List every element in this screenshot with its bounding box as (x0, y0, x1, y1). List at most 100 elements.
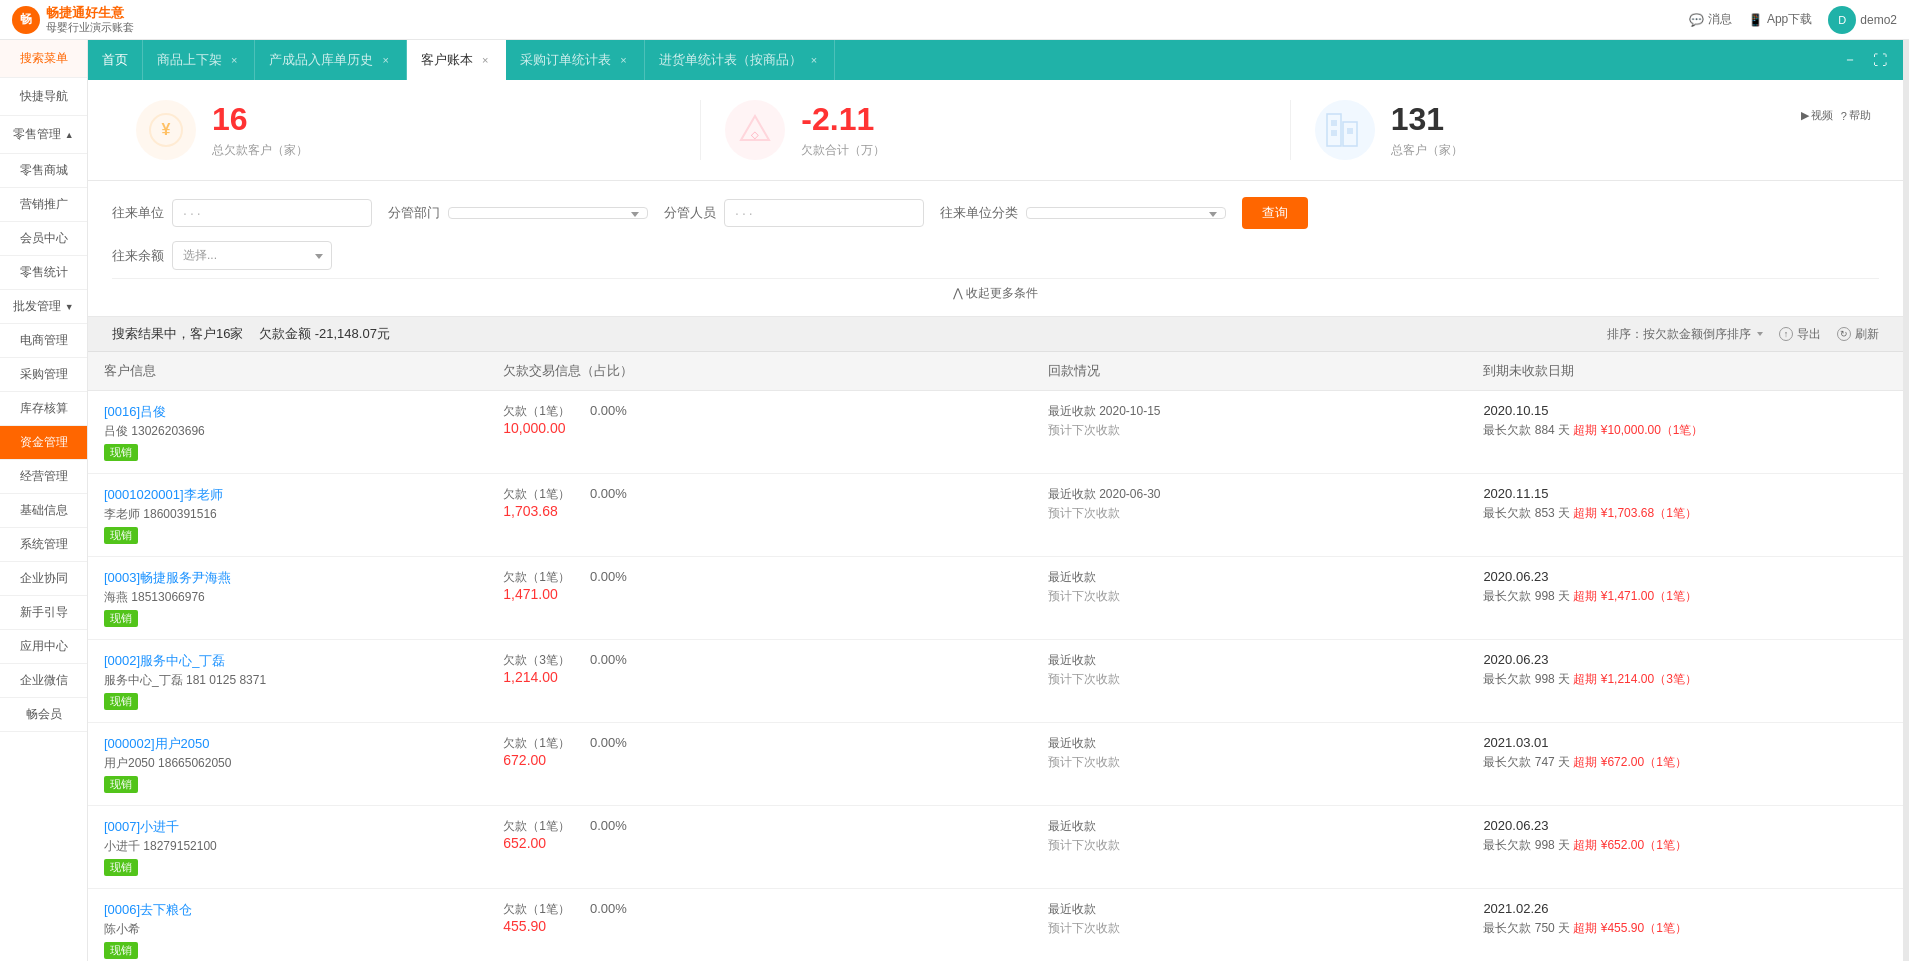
overdue-amount-3[interactable]: 超期 ¥1,214.00（3笔） (1573, 672, 1696, 686)
unit-category-input[interactable] (1026, 207, 1226, 219)
tab-home[interactable]: 首页 (88, 40, 143, 80)
sidebar-item-system-mgmt[interactable]: 系统管理 (0, 528, 87, 562)
sidebar-item-inventory-check[interactable]: 库存核算 (0, 392, 87, 426)
avatar: D (1828, 6, 1856, 34)
video-action[interactable]: ▶ 视频 (1801, 108, 1833, 123)
stat-card-owe-amount: ◇ -2.11 欠款合计（万） (701, 100, 1290, 160)
sidebar-item-quick-nav[interactable]: 快捷导航 (0, 78, 87, 116)
sidebar-item-enterprise-wechat[interactable]: 企业微信 (0, 664, 87, 698)
col-debt-info: 欠款交易信息（占比） (487, 352, 1032, 391)
sidebar-item-app-center[interactable]: 应用中心 (0, 630, 87, 664)
app-download-action[interactable]: 📱 App下载 (1748, 11, 1812, 28)
col-overdue: 到期未收款日期 (1467, 352, 1903, 391)
cell-collection-5: 最近收款 预计下次收款 (1032, 806, 1468, 889)
stat-card-actions: ▶ 视频 ? 帮助 (1801, 108, 1871, 123)
tab-product-shelf[interactable]: 商品上下架 × (143, 40, 255, 80)
sidebar-item-member-center[interactable]: 会员中心 (0, 222, 87, 256)
balance-input[interactable]: 选择... (172, 241, 332, 270)
help-action[interactable]: ? 帮助 (1841, 108, 1871, 123)
customer-id-6[interactable]: [0006]去下粮仓 (104, 901, 471, 919)
cell-collection-6: 最近收款 预计下次收款 (1032, 889, 1468, 962)
tab-stock-history-close[interactable]: × (379, 53, 391, 67)
overdue-amount-1[interactable]: 超期 ¥1,703.68（1笔） (1573, 506, 1696, 520)
sidebar-item-search[interactable]: 搜索菜单 (0, 40, 87, 78)
due-date-3: 2020.06.23 (1483, 652, 1887, 667)
export-btn[interactable]: ↑ 导出 (1779, 326, 1821, 343)
tab-stock-stats-close[interactable]: × (808, 53, 820, 67)
cell-debt-info-2: 欠款（1笔） 1,471.00 0.00% (487, 557, 1032, 640)
tab-purchase-order-stats-close[interactable]: × (617, 53, 629, 67)
page-content: ¥ 16 总欠款客户（家） ◇ (88, 80, 1903, 961)
results-sort[interactable]: 排序：按欠款金额倒序排序 (1607, 326, 1763, 343)
message-action[interactable]: 💬 消息 (1689, 11, 1732, 28)
sidebar-item-retail-mgmt[interactable]: 零售管理 ▲ (0, 116, 87, 154)
debt-percent-3: 0.00% (590, 652, 627, 667)
table-row: [000002]用户2050 用户2050 18665062050 现销 欠款（… (88, 723, 1903, 806)
sidebar-item-enterprise-collab[interactable]: 企业协同 (0, 562, 87, 596)
owe-customers-number: 16 (212, 101, 308, 138)
tab-stock-history-label: 产成品入库单历史 (269, 51, 373, 69)
next-collection-1: 预计下次收款 (1048, 505, 1452, 522)
tab-maximize-btn[interactable]: ⛶ (1869, 48, 1891, 72)
video-icon: ▶ (1801, 109, 1809, 122)
debt-info-0: 欠款（1笔） 10,000.00 (503, 403, 570, 436)
tab-customer-account-label: 客户账本 (421, 51, 473, 69)
tab-purchase-order-stats[interactable]: 采购订单统计表 × (506, 40, 644, 80)
debt-amount-2: 1,471.00 (503, 586, 570, 602)
tab-product-shelf-close[interactable]: × (228, 53, 240, 67)
overdue-amount-6[interactable]: 超期 ¥455.90（1笔） (1573, 921, 1686, 935)
user-name: demo2 (1860, 13, 1897, 27)
customer-id-3[interactable]: [0002]服务中心_丁磊 (104, 652, 471, 670)
customer-id-5[interactable]: [0007]小进千 (104, 818, 471, 836)
refresh-btn[interactable]: ↻ 刷新 (1837, 326, 1879, 343)
sidebar-item-basic-info[interactable]: 基础信息 (0, 494, 87, 528)
tab-minimize-btn[interactable]: － (1839, 47, 1861, 73)
dept-input[interactable] (448, 207, 648, 219)
tab-customer-account-close[interactable]: × (479, 53, 491, 67)
refresh-icon: ↻ (1837, 327, 1851, 341)
sidebar-item-new-guide[interactable]: 新手引导 (0, 596, 87, 630)
top-bar-left: 畅 畅捷通好生意 母婴行业演示账套 (12, 5, 134, 34)
sidebar-item-batch-mgmt[interactable]: 批发管理 ▼ (0, 290, 87, 324)
filter-item-dept: 分管部门 (388, 204, 648, 222)
sidebar-item-retail-stats[interactable]: 零售统计 (0, 256, 87, 290)
debt-amount-0: 10,000.00 (503, 420, 570, 436)
customer-id-1[interactable]: [0001020001]李老师 (104, 486, 471, 504)
message-icon: 💬 (1689, 13, 1704, 27)
unit-category-arrow-icon (1205, 206, 1217, 221)
customer-id-0[interactable]: [0016]吕俊 (104, 403, 471, 421)
sidebar-item-purchase-mgmt[interactable]: 采购管理 (0, 358, 87, 392)
tab-stock-stats[interactable]: 进货单统计表（按商品） × (645, 40, 835, 80)
col-customer-info: 客户信息 (88, 352, 487, 391)
filter-collapse[interactable]: ⋀ 收起更多条件 (112, 278, 1879, 308)
search-button[interactable]: 查询 (1242, 197, 1308, 229)
table-row: [0001020001]李老师 李老师 18600391516 现销 欠款（1笔… (88, 474, 1903, 557)
customer-id-2[interactable]: [0003]畅捷服务尹海燕 (104, 569, 471, 587)
sidebar-item-capital-mgmt[interactable]: 资金管理 (0, 426, 87, 460)
cell-overdue-5: 2020.06.23 最长欠款 998 天 超期 ¥652.00（1笔） (1467, 806, 1903, 889)
customer-phone-4: 用户2050 18665062050 (104, 755, 471, 772)
overdue-amount-5[interactable]: 超期 ¥652.00（1笔） (1573, 838, 1686, 852)
stat-info-owe-customers: 16 总欠款客户（家） (212, 101, 308, 159)
tab-stock-history[interactable]: 产成品入库单历史 × (255, 40, 406, 80)
sidebar-item-retail-mall[interactable]: 零售商城 (0, 154, 87, 188)
overdue-amount-0[interactable]: 超期 ¥10,000.00（1笔） (1573, 423, 1703, 437)
overdue-amount-2[interactable]: 超期 ¥1,471.00（1笔） (1573, 589, 1696, 603)
last-collection-0: 最近收款 2020-10-15 (1048, 403, 1452, 420)
stats-row: ¥ 16 总欠款客户（家） ◇ (88, 80, 1903, 181)
right-sidebar (1903, 40, 1909, 961)
cell-collection-3: 最近收款 预计下次收款 (1032, 640, 1468, 723)
user-action[interactable]: D demo2 (1828, 6, 1897, 34)
from-unit-input[interactable]: ··· (172, 199, 372, 227)
sidebar-item-operations-mgmt[interactable]: 经营管理 (0, 460, 87, 494)
customer-phone-2: 海燕 18513066976 (104, 589, 471, 606)
filter-area: 往来单位 ··· 分管部门 (88, 181, 1903, 317)
sidebar-item-ecommerce-mgmt[interactable]: 电商管理 (0, 324, 87, 358)
tab-customer-account[interactable]: 客户账本 × (407, 40, 506, 80)
debt-info-5: 欠款（1笔） 652.00 (503, 818, 570, 851)
sidebar-item-marketing[interactable]: 营销推广 (0, 188, 87, 222)
person-input[interactable]: ··· (724, 199, 924, 227)
customer-id-4[interactable]: [000002]用户2050 (104, 735, 471, 753)
sidebar-item-member-vip[interactable]: 畅会员 (0, 698, 87, 732)
overdue-amount-4[interactable]: 超期 ¥672.00（1笔） (1573, 755, 1686, 769)
